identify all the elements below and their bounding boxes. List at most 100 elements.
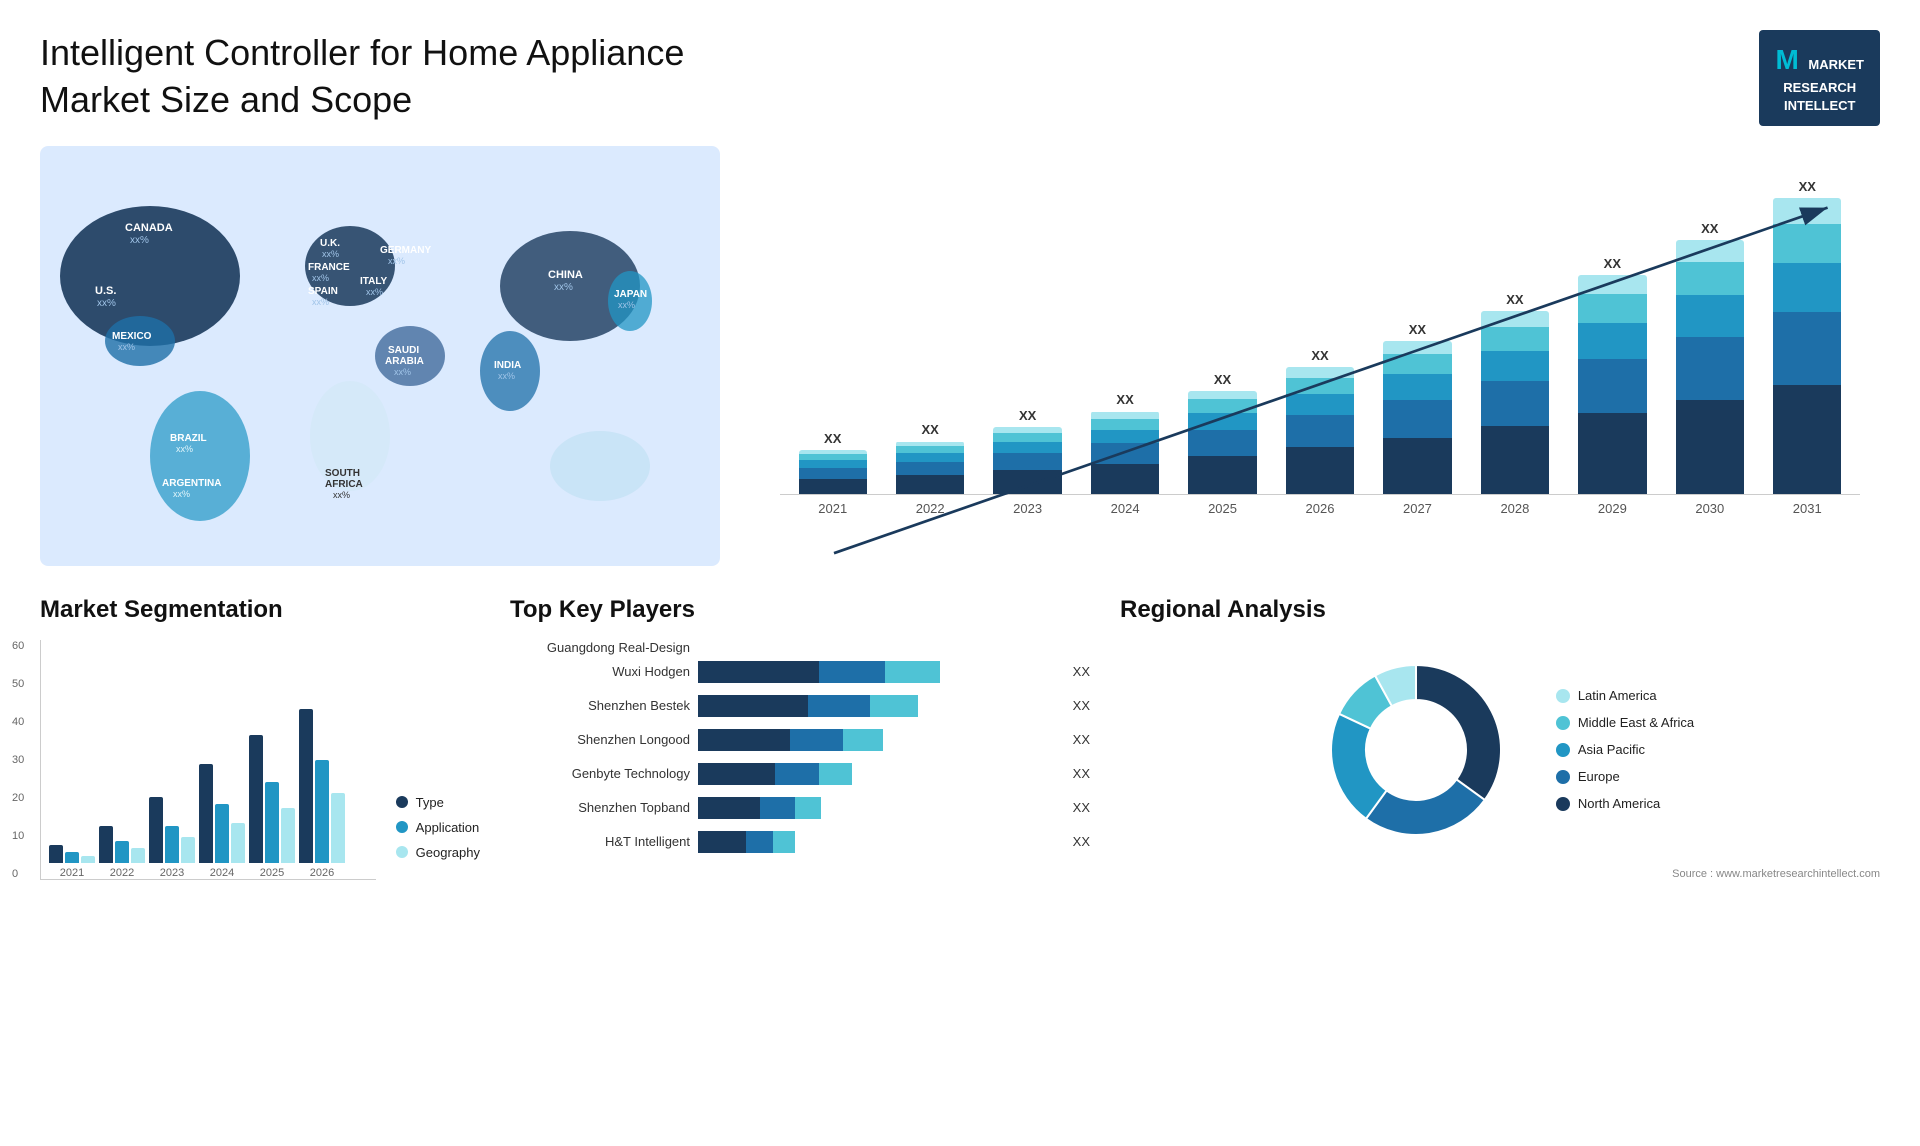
seg-bar bbox=[315, 760, 329, 863]
bar-stack-2031 bbox=[1773, 198, 1841, 494]
player-value: XX bbox=[1073, 698, 1090, 713]
bar-top-label-2031: XX bbox=[1799, 179, 1816, 194]
world-map: CANADA xx% U.S. xx% MEXICO xx% BRAZIL xx… bbox=[40, 146, 720, 566]
regional-section: Regional Analysis Latin AmericaMiddle Ea… bbox=[1120, 596, 1880, 880]
bar-year-label: 2026 bbox=[1277, 501, 1362, 516]
svg-text:ARGENTINA: ARGENTINA bbox=[162, 478, 221, 489]
seg-year-label: 2025 bbox=[260, 867, 284, 879]
bar-year-label: 2021 bbox=[790, 501, 875, 516]
bar-top-label-2024: XX bbox=[1116, 392, 1133, 407]
svg-text:xx%: xx% bbox=[388, 256, 405, 266]
svg-text:xx%: xx% bbox=[173, 489, 190, 499]
page-title: Intelligent Controller for Home Applianc… bbox=[40, 30, 740, 124]
seg-bar bbox=[149, 797, 163, 863]
bar-chart-plot: XXXXXXXXXXXXXXXXXXXXXX bbox=[780, 166, 1860, 495]
seg-year-label: 2021 bbox=[60, 867, 84, 879]
player-name: H&T Intelligent bbox=[510, 834, 690, 849]
bar-seg bbox=[1383, 341, 1451, 355]
players-title: Top Key Players bbox=[510, 596, 1090, 624]
regional-legend-dot-icon bbox=[1556, 770, 1570, 784]
bar-seg bbox=[1188, 399, 1256, 413]
player-name: Shenzhen Topband bbox=[510, 800, 690, 815]
bar-top-label-2022: XX bbox=[922, 422, 939, 437]
bar-year-label: 2030 bbox=[1667, 501, 1752, 516]
regional-legend-item: Middle East & Africa bbox=[1556, 715, 1694, 730]
player-bar-seg3 bbox=[819, 763, 852, 785]
bar-seg bbox=[1481, 351, 1549, 381]
player-bar-seg2 bbox=[746, 831, 772, 853]
svg-text:xx%: xx% bbox=[554, 282, 573, 293]
player-value: XX bbox=[1073, 664, 1090, 679]
svg-text:U.S.: U.S. bbox=[95, 285, 116, 297]
bar-seg bbox=[896, 446, 964, 453]
bar-xlabel-2029: 2029 bbox=[1570, 501, 1655, 516]
player-value: XX bbox=[1073, 766, 1090, 781]
seg-bar bbox=[165, 826, 179, 863]
bar-top-label-2030: XX bbox=[1701, 221, 1718, 236]
bar-xlabel-2024: 2024 bbox=[1082, 501, 1167, 516]
bar-xlabel-2025: 2025 bbox=[1180, 501, 1265, 516]
seg-legend-item: Application bbox=[396, 820, 480, 835]
bar-seg bbox=[1481, 381, 1549, 426]
seg-bar bbox=[249, 735, 263, 863]
player-name: Shenzhen Longood bbox=[510, 732, 690, 747]
regional-legend-label: North America bbox=[1578, 796, 1660, 811]
bar-group-2024: XX bbox=[1082, 392, 1167, 494]
bar-seg bbox=[1481, 311, 1549, 328]
legend-dot-icon bbox=[396, 846, 408, 858]
svg-text:xx%: xx% bbox=[394, 367, 411, 377]
seg-bar bbox=[299, 709, 313, 863]
bar-top-label-2021: XX bbox=[824, 431, 841, 446]
bar-stack-2029 bbox=[1578, 275, 1646, 494]
bar-seg bbox=[1286, 367, 1354, 378]
bar-top-label-2025: XX bbox=[1214, 372, 1231, 387]
seg-legend: TypeApplicationGeography bbox=[396, 795, 480, 880]
seg-bar-stack bbox=[199, 764, 245, 863]
bar-group-2022: XX bbox=[887, 422, 972, 494]
bar-seg bbox=[1773, 198, 1841, 224]
bar-seg bbox=[896, 475, 964, 494]
player-bar-seg1 bbox=[698, 797, 760, 819]
seg-y-label: 10 bbox=[12, 830, 24, 842]
bar-top-label-2026: XX bbox=[1311, 348, 1328, 363]
logo-area: M MARKETRESEARCHINTELLECT bbox=[1759, 30, 1880, 126]
player-bar-seg2 bbox=[819, 661, 885, 683]
bar-group-2026: XX bbox=[1277, 348, 1362, 494]
bar-seg bbox=[1091, 412, 1159, 419]
player-value: XX bbox=[1073, 834, 1090, 849]
bar-xlabel-2030: 2030 bbox=[1667, 501, 1752, 516]
svg-text:U.K.: U.K. bbox=[320, 238, 340, 249]
player-bar-wrap bbox=[698, 761, 1057, 787]
bar-stack-2027 bbox=[1383, 341, 1451, 494]
bar-seg bbox=[1773, 263, 1841, 312]
player-value: XX bbox=[1073, 732, 1090, 747]
seg-bars: 202120222023202420252026 bbox=[40, 640, 376, 880]
bar-stack-2024 bbox=[1091, 411, 1159, 494]
player-bar-seg2 bbox=[790, 729, 843, 751]
bar-group-2021: XX bbox=[790, 431, 875, 494]
bar-top-label-2029: XX bbox=[1604, 256, 1621, 271]
player-name: Genbyte Technology bbox=[510, 766, 690, 781]
seg-bar-stack bbox=[299, 709, 345, 863]
svg-text:xx%: xx% bbox=[97, 298, 116, 309]
seg-bar bbox=[265, 782, 279, 863]
svg-text:xx%: xx% bbox=[130, 235, 149, 246]
bar-year-label: 2024 bbox=[1082, 501, 1167, 516]
bar-top-label-2023: XX bbox=[1019, 408, 1036, 423]
bar-seg bbox=[1091, 430, 1159, 443]
bar-seg bbox=[1773, 224, 1841, 263]
bar-seg bbox=[799, 479, 867, 494]
bar-seg bbox=[1773, 385, 1841, 494]
player-bar-seg1 bbox=[698, 831, 746, 853]
player-row: H&T Intelligent XX bbox=[510, 829, 1090, 855]
svg-text:JAPAN: JAPAN bbox=[614, 289, 647, 300]
player-bar bbox=[698, 763, 852, 785]
player-bar-seg3 bbox=[885, 661, 940, 683]
svg-text:MEXICO: MEXICO bbox=[112, 331, 152, 342]
player-header: Guangdong Real-Design bbox=[510, 640, 1090, 655]
svg-text:xx%: xx% bbox=[498, 371, 515, 381]
legend-dot-icon bbox=[396, 796, 408, 808]
bar-seg bbox=[1188, 391, 1256, 400]
player-bar-seg3 bbox=[870, 695, 918, 717]
bar-seg bbox=[1676, 400, 1744, 494]
